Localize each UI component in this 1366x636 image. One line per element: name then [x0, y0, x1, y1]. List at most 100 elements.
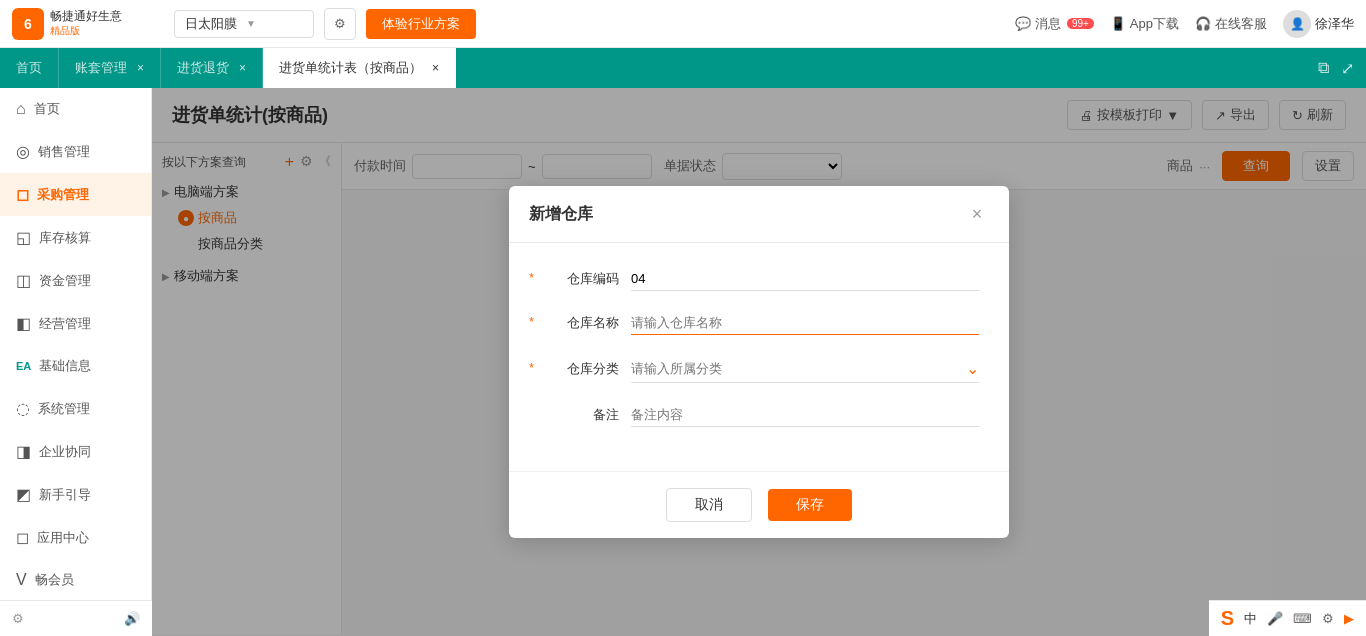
sidebar-item-app-center-label: 应用中心: [37, 529, 89, 547]
category-label: 仓库分类: [539, 360, 619, 378]
inventory-icon: ◱: [16, 228, 31, 247]
sidebar: ⌂ 首页 ◎ 销售管理 ◻ 采购管理 ◱ 库存核算 ◫ 资金管理 ◧ 经营管理 …: [0, 88, 152, 636]
code-input[interactable]: [631, 267, 979, 291]
avatar: 👤: [1283, 10, 1311, 38]
modal-body: 仓库编码 仓库名称 仓库分类 ⌄: [509, 243, 1009, 471]
sidebar-item-member-label: 畅会员: [35, 571, 74, 589]
tab-home-label: 首页: [16, 59, 42, 77]
sidebar-item-home[interactable]: ⌂ 首页: [0, 88, 151, 130]
tab-purchase-return-label: 进货退货: [177, 59, 229, 77]
sidebar-item-system[interactable]: ◌ 系统管理: [0, 387, 151, 430]
headset-icon: 🎧: [1195, 16, 1211, 31]
modal-header: 新增仓库 ×: [509, 186, 1009, 243]
modal-footer: 取消 保存: [509, 471, 1009, 538]
store-name: 日太阳膜: [185, 15, 242, 33]
flag-icon: ▶: [1344, 611, 1354, 626]
user-name: 徐泽华: [1315, 15, 1354, 33]
category-select-wrapper[interactable]: ⌄: [631, 355, 979, 383]
category-field-row: 仓库分类 ⌄: [539, 355, 979, 383]
sales-icon: ◎: [16, 142, 30, 161]
add-warehouse-modal: 新增仓库 × 仓库编码 仓库名称 仓库: [509, 186, 1009, 538]
sidebar-item-operations-label: 经营管理: [39, 315, 91, 333]
mic-icon[interactable]: 🎤: [1267, 611, 1283, 626]
logo-name: 畅捷通好生意: [50, 9, 122, 25]
name-input[interactable]: [631, 311, 979, 335]
logo-area: 6 畅捷通好生意 精品版: [12, 8, 164, 40]
settings-icon-bottom[interactable]: ⚙: [1322, 611, 1334, 626]
message-label: 消息: [1035, 15, 1061, 33]
basic-icon: EA: [16, 360, 31, 372]
sidebar-item-member[interactable]: V 畅会员: [0, 559, 151, 601]
sidebar-item-guide[interactable]: ◩ 新手引导: [0, 473, 151, 516]
tab-purchase-stat[interactable]: 进货单统计表（按商品） ×: [263, 48, 456, 88]
logo-sub: 精品版: [50, 24, 122, 38]
code-field-row: 仓库编码: [539, 267, 979, 291]
finance-icon: ◫: [16, 271, 31, 290]
note-label: 备注: [539, 406, 619, 424]
modal-title: 新增仓库: [529, 204, 593, 225]
gear-icon: ⚙: [334, 16, 346, 31]
settings-bottom-icon[interactable]: ⚙: [12, 611, 24, 626]
member-icon: V: [16, 571, 27, 589]
speaker-icon[interactable]: 🔊: [124, 611, 140, 626]
sidebar-item-enterprise-label: 企业协同: [39, 443, 91, 461]
purchase-icon: ◻: [16, 185, 29, 204]
name-field-row: 仓库名称: [539, 311, 979, 335]
main-layout: ⌂ 首页 ◎ 销售管理 ◻ 采购管理 ◱ 库存核算 ◫ 资金管理 ◧ 经营管理 …: [0, 88, 1366, 636]
tab-purchase-stat-label: 进货单统计表（按商品）: [279, 59, 422, 77]
category-input[interactable]: [631, 361, 966, 376]
sidebar-item-sales[interactable]: ◎ 销售管理: [0, 130, 151, 173]
name-label: 仓库名称: [539, 314, 619, 332]
settings-button[interactable]: ⚙: [324, 8, 356, 40]
system-icon: ◌: [16, 399, 30, 418]
sidebar-item-system-label: 系统管理: [38, 400, 90, 418]
tab-expand-icon[interactable]: ⤢: [1337, 59, 1358, 78]
sidebar-item-operations[interactable]: ◧ 经营管理: [0, 302, 151, 345]
tab-restore-icon[interactable]: ⧉: [1314, 59, 1333, 77]
tab-account-close-icon[interactable]: ×: [137, 61, 144, 75]
tab-home[interactable]: 首页: [0, 48, 59, 88]
message-badge: 99+: [1067, 18, 1094, 29]
sidebar-item-finance-label: 资金管理: [39, 272, 91, 290]
sidebar-item-app-center[interactable]: ◻ 应用中心: [0, 516, 151, 559]
note-field-row: 备注: [539, 403, 979, 427]
dropdown-arrow-icon: ▼: [246, 18, 303, 29]
message-button[interactable]: 💬 消息 99+: [1015, 15, 1094, 33]
category-dropdown-icon: ⌄: [966, 359, 979, 378]
sidebar-bottom: ⚙ 🔊: [0, 600, 152, 636]
operations-icon: ◧: [16, 314, 31, 333]
top-header: 6 畅捷通好生意 精品版 日太阳膜 ▼ ⚙ 体验行业方案 💬 消息 99+ 📱 …: [0, 0, 1366, 48]
mobile-icon: 📱: [1110, 16, 1126, 31]
save-button[interactable]: 保存: [768, 489, 852, 521]
sidebar-item-purchase[interactable]: ◻ 采购管理: [0, 173, 151, 216]
keyboard-icon[interactable]: ⌨: [1293, 611, 1312, 626]
tab-purchase-return-close-icon[interactable]: ×: [239, 61, 246, 75]
note-input[interactable]: [631, 403, 979, 427]
store-selector[interactable]: 日太阳膜 ▼: [174, 10, 314, 38]
tab-purchase-stat-close-icon[interactable]: ×: [432, 61, 439, 75]
sidebar-item-finance[interactable]: ◫ 资金管理: [0, 259, 151, 302]
sidebar-item-inventory[interactable]: ◱ 库存核算: [0, 216, 151, 259]
header-right: 💬 消息 99+ 📱 App下载 🎧 在线客服 👤 徐泽华: [1015, 10, 1354, 38]
online-service-button[interactable]: 🎧 在线客服: [1195, 15, 1267, 33]
cancel-button[interactable]: 取消: [666, 488, 752, 522]
online-service-label: 在线客服: [1215, 15, 1267, 33]
sidebar-item-enterprise[interactable]: ◨ 企业协同: [0, 430, 151, 473]
home-icon: ⌂: [16, 100, 26, 118]
brand-cn-label: 中: [1244, 610, 1257, 628]
sidebar-item-purchase-label: 采购管理: [37, 186, 89, 204]
tab-account[interactable]: 账套管理 ×: [59, 48, 161, 88]
sidebar-item-home-label: 首页: [34, 100, 60, 118]
sidebar-item-guide-label: 新手引导: [39, 486, 91, 504]
guide-icon: ◩: [16, 485, 31, 504]
tab-purchase-return[interactable]: 进货退货 ×: [161, 48, 263, 88]
sidebar-item-basic[interactable]: EA 基础信息: [0, 345, 151, 387]
user-info[interactable]: 👤 徐泽华: [1283, 10, 1354, 38]
app-download-button[interactable]: 📱 App下载: [1110, 15, 1179, 33]
logo-icon: 6: [12, 8, 44, 40]
sidebar-item-inventory-label: 库存核算: [39, 229, 91, 247]
trial-button[interactable]: 体验行业方案: [366, 9, 476, 39]
modal-close-button[interactable]: ×: [965, 202, 989, 226]
bottom-brand-bar: S 中 🎤 ⌨ ⚙ ▶: [1209, 600, 1366, 636]
tab-controls: ⧉ ⤢: [1306, 48, 1366, 88]
